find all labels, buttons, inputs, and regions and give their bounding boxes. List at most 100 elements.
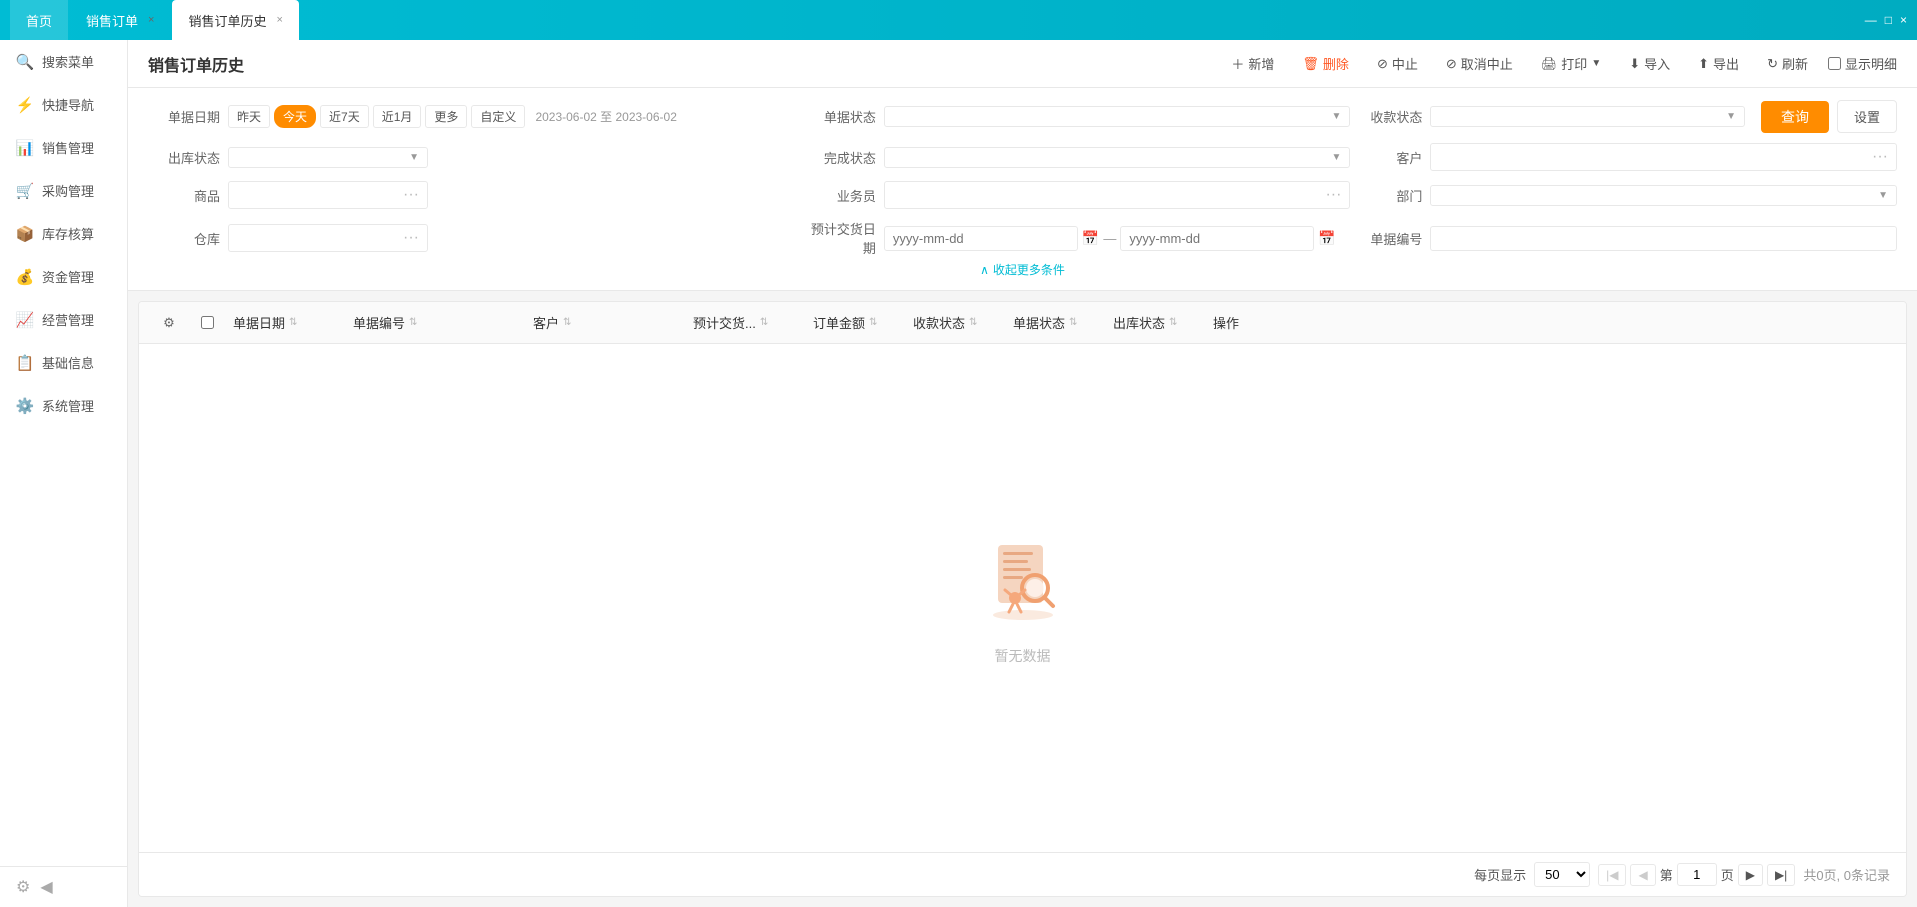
last-page-btn[interactable]: ▶|	[1767, 864, 1795, 886]
page-title: 销售订单历史	[148, 52, 244, 76]
goods-text-input[interactable]	[237, 188, 399, 203]
date-btn-today[interactable]: 今天	[274, 105, 316, 128]
display-detail-toggle[interactable]: 显示明细	[1828, 54, 1897, 73]
sidebar-settings-icon[interactable]: ⚙	[16, 877, 30, 897]
top-right-controls: — □ ×	[1865, 13, 1907, 27]
warehouse-label: 仓库	[148, 229, 228, 248]
table-area: ⚙ 单据日期 ⇅ 单据编号 ⇅ 客户 ⇅ 预计交货...	[138, 301, 1907, 897]
sidebar-item-sales-mgmt[interactable]: 📊 销售管理	[0, 126, 127, 169]
col-check[interactable]	[189, 316, 225, 329]
prev-page-btn[interactable]: ◀	[1630, 864, 1655, 886]
sidebar-item-search-menu[interactable]: 🔍 搜索菜单	[0, 40, 127, 83]
import-button[interactable]: ⬇ 导入	[1621, 50, 1678, 77]
complete-status-select[interactable]: ▼	[884, 147, 1351, 168]
sidebar-item-base-info[interactable]: 📋 基础信息	[0, 341, 127, 384]
stop-button[interactable]: ⊘ 中止	[1369, 50, 1426, 77]
tab-sales-order[interactable]: 销售订单 ×	[70, 0, 170, 40]
col-date-header[interactable]: 单据日期 ⇅	[225, 313, 345, 332]
window-minimize[interactable]: —	[1865, 13, 1877, 27]
salesman-input[interactable]: ···	[884, 181, 1351, 209]
sidebar-item-inventory[interactable]: 📦 库存核算	[0, 212, 127, 255]
collapse-row[interactable]: ∧ 收起更多条件	[148, 257, 1897, 278]
settings-button[interactable]: 设置	[1837, 100, 1897, 133]
sidebar-label-inventory: 库存核算	[42, 224, 94, 243]
customer-text-input[interactable]	[1439, 150, 1868, 165]
close-sales-order-tab[interactable]: ×	[148, 14, 154, 26]
quick-nav-icon: ⚡	[16, 96, 34, 114]
sidebar-item-finance-mgmt[interactable]: 💰 资金管理	[0, 255, 127, 298]
sidebar-item-quick-nav[interactable]: ⚡ 快捷导航	[0, 83, 127, 126]
window-maximize[interactable]: □	[1885, 13, 1892, 27]
date-range-text: 2023-06-02 至 2023-06-02	[535, 108, 676, 125]
sidebar-item-sys-mgmt[interactable]: ⚙️ 系统管理	[0, 384, 127, 427]
export-label: 导出	[1713, 54, 1739, 73]
date-btn-custom[interactable]: 自定义	[471, 105, 525, 128]
col-expected-header[interactable]: 预计交货... ⇅	[685, 313, 805, 332]
toolbar: ＋ 新增 🗑 删除 ⊘ 中止 ⊘ 取消中止 🖨 打印	[1223, 50, 1897, 77]
export-button[interactable]: ⬆ 导出	[1690, 50, 1747, 77]
select-all-checkbox[interactable]	[201, 316, 214, 329]
col-status-header[interactable]: 单据状态 ⇅	[1005, 313, 1105, 332]
status-select[interactable]: ▼	[884, 106, 1351, 127]
status-select-arrow: ▼	[1332, 111, 1342, 122]
tab-sales-order-history[interactable]: 销售订单历史 ×	[172, 0, 298, 40]
refresh-button[interactable]: ↻ 刷新	[1759, 50, 1816, 77]
page-number-input[interactable]	[1677, 863, 1717, 886]
sidebar-item-purchase-mgmt[interactable]: 🛒 采购管理	[0, 169, 127, 212]
salesman-text-input[interactable]	[893, 188, 1322, 203]
next-page-btn[interactable]: ▶	[1738, 864, 1763, 886]
sidebar-item-operation-mgmt[interactable]: 📈 经营管理	[0, 298, 127, 341]
goods-input[interactable]: ···	[228, 181, 428, 209]
date-to-icon[interactable]: 📅	[1318, 230, 1335, 247]
goods-more-icon[interactable]: ···	[403, 186, 419, 204]
warehouse-input[interactable]: ···	[228, 224, 428, 252]
sidebar-collapse-icon[interactable]: ◀	[40, 877, 52, 897]
filter-row-4: 仓库 ··· 预计交货日期 📅 — 📅	[148, 219, 1897, 257]
tab-home[interactable]: 首页	[10, 0, 68, 40]
per-page-select[interactable]: 50 10 20 100	[1534, 862, 1590, 887]
sn-text-input[interactable]	[1439, 231, 1888, 246]
customer-input[interactable]: ···	[1430, 143, 1897, 171]
col-amount-header[interactable]: 订单金额 ⇅	[805, 313, 905, 332]
col-sn-header[interactable]: 单据编号 ⇅	[345, 313, 525, 332]
dept-select[interactable]: ▼	[1430, 185, 1897, 206]
customer-more-icon[interactable]: ···	[1872, 148, 1888, 166]
sales-order-tab-label: 销售订单	[86, 11, 138, 30]
query-button[interactable]: 查询	[1761, 101, 1829, 133]
receipt-status-select[interactable]: ▼	[1430, 106, 1745, 127]
date-btn-more[interactable]: 更多	[425, 105, 467, 128]
expected-date-to[interactable]	[1120, 226, 1314, 251]
sn-input[interactable]	[1430, 226, 1897, 251]
expected-date-from[interactable]	[884, 226, 1078, 251]
date-btn-7days[interactable]: 近7天	[320, 105, 369, 128]
warehouse-more-icon[interactable]: ···	[403, 229, 419, 247]
new-button[interactable]: ＋ 新增	[1223, 50, 1282, 77]
operation-mgmt-icon: 📈	[16, 311, 34, 329]
first-page-btn[interactable]: |◀	[1598, 864, 1626, 886]
date-btn-1month[interactable]: 近1月	[373, 105, 422, 128]
page-suffix-label: 页	[1721, 865, 1734, 884]
col-out-header[interactable]: 出库状态 ⇅	[1105, 313, 1205, 332]
date-from-icon[interactable]: 📅	[1082, 230, 1099, 247]
col-op-header: 操作	[1205, 313, 1896, 332]
window-close[interactable]: ×	[1900, 13, 1907, 27]
close-sales-order-history-tab[interactable]: ×	[276, 14, 282, 26]
print-arrow-icon: ▼	[1591, 58, 1601, 69]
col-customer-header[interactable]: 客户 ⇅	[525, 313, 685, 332]
warehouse-text-input[interactable]	[237, 231, 399, 246]
date-btn-yesterday[interactable]: 昨天	[228, 105, 270, 128]
out-status-select[interactable]: ▼	[228, 147, 428, 168]
delete-button[interactable]: 🗑 删除	[1294, 50, 1357, 77]
sales-order-history-tab-label: 销售订单历史	[188, 11, 266, 30]
print-label: 打印	[1561, 54, 1587, 73]
salesman-more-icon[interactable]: ···	[1325, 186, 1341, 204]
inventory-icon: 📦	[16, 225, 34, 243]
print-button[interactable]: 🖨 打印 ▼	[1533, 50, 1609, 77]
col-receipt-header[interactable]: 收款状态 ⇅	[905, 313, 1005, 332]
status-label: 单据状态	[804, 107, 884, 126]
display-detail-checkbox[interactable]	[1828, 57, 1841, 70]
col-settings-icon[interactable]: ⚙	[149, 315, 189, 331]
cancel-stop-button[interactable]: ⊘ 取消中止	[1438, 50, 1521, 77]
table-header: ⚙ 单据日期 ⇅ 单据编号 ⇅ 客户 ⇅ 预计交货...	[139, 302, 1906, 344]
main-layout: 🔍 搜索菜单 ⚡ 快捷导航 📊 销售管理 🛒 采购管理 📦 库存核算 💰 资金管…	[0, 40, 1917, 907]
